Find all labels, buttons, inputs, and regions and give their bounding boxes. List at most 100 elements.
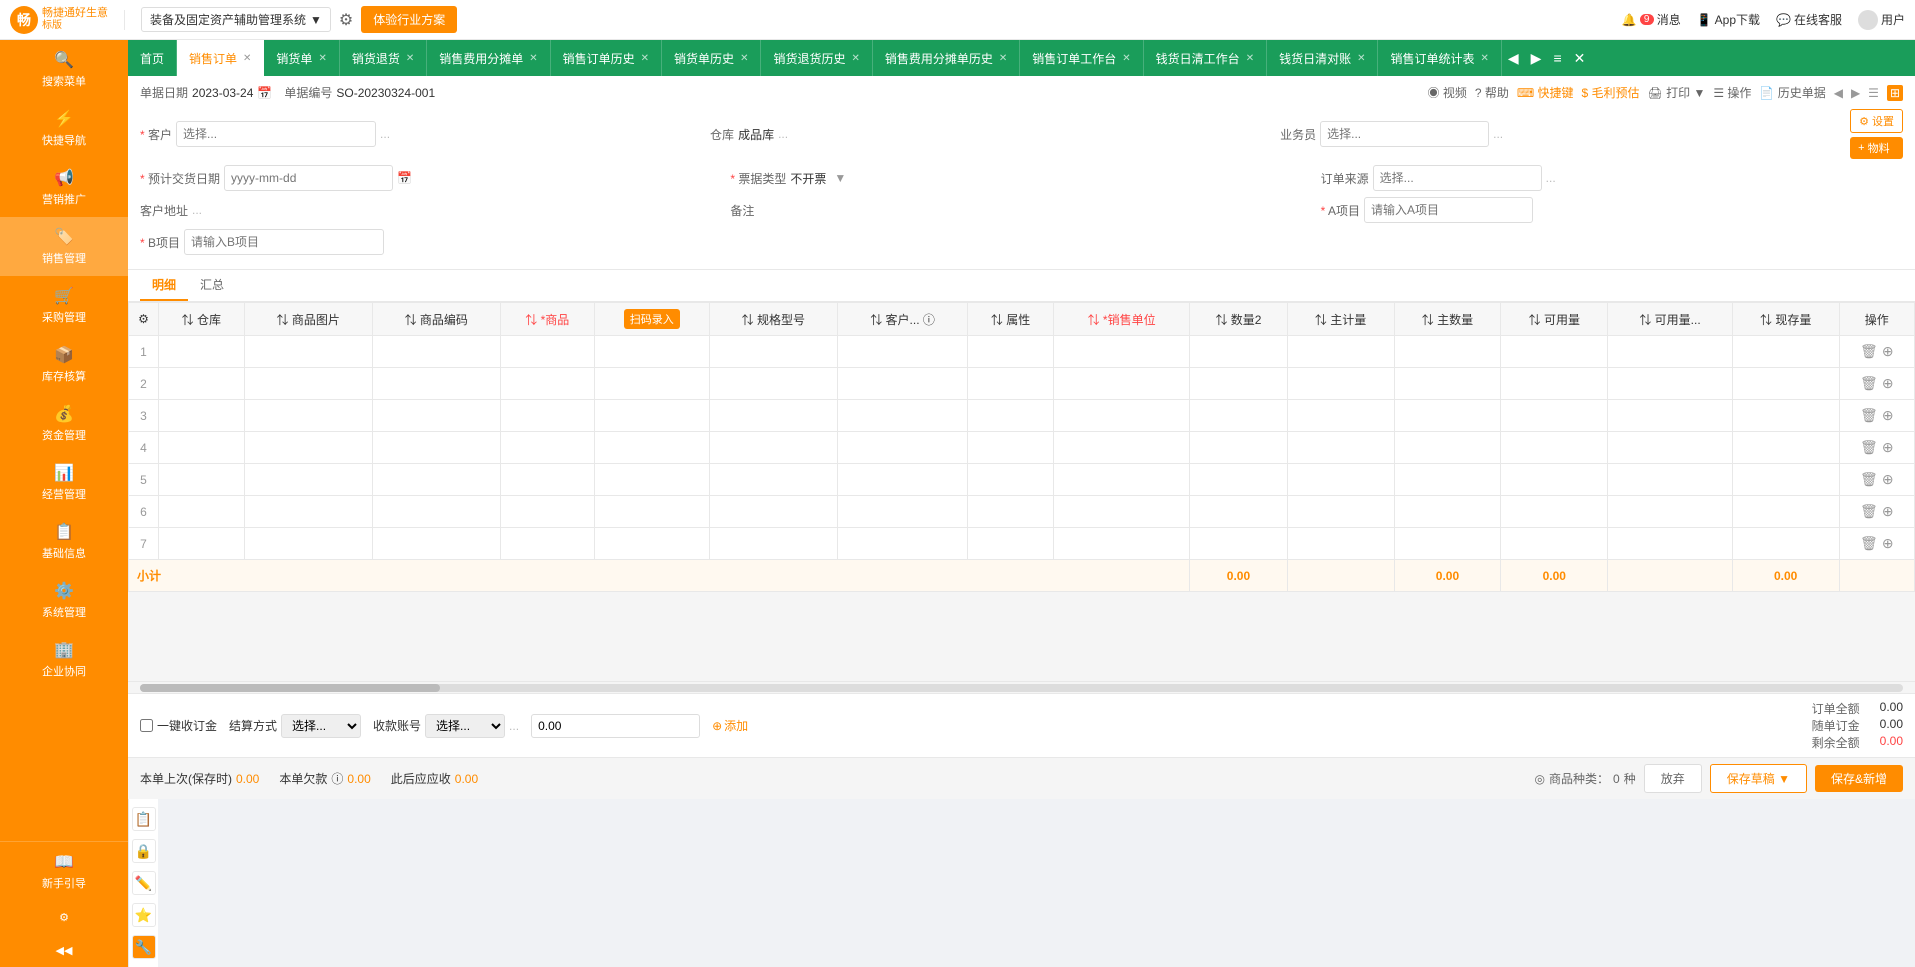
row-5-goods[interactable] xyxy=(500,464,594,496)
row-7-customer-code[interactable] xyxy=(837,528,967,560)
customer-more-icon[interactable]: ... xyxy=(380,127,390,141)
row-5-img[interactable] xyxy=(244,464,372,496)
online-service-btn[interactable]: 💬 在线客服 xyxy=(1776,11,1842,28)
order-source-more-icon[interactable]: ... xyxy=(1546,171,1556,185)
row-2-attribute[interactable] xyxy=(968,368,1054,400)
tab-close-all-btn[interactable]: ✕ xyxy=(1568,50,1592,67)
right-panel-btn-5[interactable]: 🔧 xyxy=(132,935,156,959)
tab-order-history[interactable]: 销售订单历史 ✕ xyxy=(551,40,662,76)
shortcut-btn[interactable]: ⌨ 快捷键 xyxy=(1517,84,1574,101)
tab-cash-reconcile-close[interactable]: ✕ xyxy=(1357,53,1365,64)
account-select[interactable]: 选择... xyxy=(425,714,505,738)
tab-detail[interactable]: 明细 xyxy=(140,270,188,301)
col-available-more-header[interactable]: ⇅ 可用量... xyxy=(1608,303,1733,336)
calendar-icon[interactable]: 📅 xyxy=(257,86,272,100)
row-7-img[interactable] xyxy=(244,528,372,560)
grid-view-icon[interactable]: ⊞ xyxy=(1887,85,1903,101)
row-2-sales-unit[interactable] xyxy=(1053,368,1189,400)
draft-dropdown-icon[interactable]: ▼ xyxy=(1778,772,1790,786)
row-7-available-more[interactable] xyxy=(1608,528,1733,560)
col-customer-code-header[interactable]: ⇅ 客户... ⓘ xyxy=(837,303,967,336)
row-1-img[interactable] xyxy=(244,336,372,368)
col-sales-unit-header[interactable]: ⇅ *销售单位 xyxy=(1053,303,1189,336)
tab-sales-return-close[interactable]: ✕ xyxy=(318,53,326,64)
col-warehouse-header[interactable]: ⇅ 仓库 xyxy=(159,303,245,336)
row-5-customer-code[interactable] xyxy=(837,464,967,496)
sidebar-item-search[interactable]: 🔍 搜索菜单 xyxy=(0,40,128,99)
row-5-copy-btn[interactable]: ⊕ xyxy=(1882,471,1894,488)
row-4-code[interactable] xyxy=(372,432,500,464)
row-1-available[interactable] xyxy=(1501,336,1608,368)
view-btn[interactable]: ◉ 视频 xyxy=(1428,84,1467,101)
tab-home[interactable]: 首页 xyxy=(128,40,177,76)
row-1-available-more[interactable] xyxy=(1608,336,1733,368)
row-4-attribute[interactable] xyxy=(968,432,1054,464)
tab-menu-btn[interactable]: ≡ xyxy=(1547,50,1567,66)
row-1-main-unit[interactable] xyxy=(1287,336,1394,368)
row-6-img[interactable] xyxy=(244,496,372,528)
row-6-spec[interactable] xyxy=(709,496,837,528)
row-4-qty2[interactable] xyxy=(1190,432,1287,464)
row-2-goods[interactable] xyxy=(500,368,594,400)
tab-sales-order-close[interactable]: ✕ xyxy=(243,53,251,64)
row-3-current-stock[interactable] xyxy=(1732,400,1839,432)
tab-refund-history-close[interactable]: ✕ xyxy=(851,53,859,64)
row-6-available[interactable] xyxy=(1501,496,1608,528)
row-1-warehouse[interactable] xyxy=(159,336,245,368)
sidebar-item-guide[interactable]: 📖 新手引导 xyxy=(0,842,128,901)
row-2-warehouse[interactable] xyxy=(159,368,245,400)
row-2-main-qty[interactable] xyxy=(1394,368,1501,400)
scrollbar-thumb[interactable] xyxy=(140,684,440,692)
row-1-qty2[interactable] xyxy=(1190,336,1287,368)
row-1-main-qty[interactable] xyxy=(1394,336,1501,368)
sidebar-item-system[interactable]: ⚙️ 系统管理 xyxy=(0,571,128,630)
row-2-code[interactable] xyxy=(372,368,500,400)
tab-sales-refund-close[interactable]: ✕ xyxy=(406,53,414,64)
account-more-icon[interactable]: ... xyxy=(509,719,519,733)
row-2-copy-btn[interactable]: ⊕ xyxy=(1882,375,1894,392)
row-4-main-qty[interactable] xyxy=(1394,432,1501,464)
row-1-copy-btn[interactable]: ⊕ xyxy=(1882,343,1894,360)
col-main-qty-header[interactable]: ⇅ 主数量 xyxy=(1394,303,1501,336)
row-2-available[interactable] xyxy=(1501,368,1608,400)
history-btn[interactable]: 📄 历史单据 xyxy=(1759,84,1825,101)
sidebar-settings-btn[interactable]: ⚙ xyxy=(0,901,128,934)
row-4-spec[interactable] xyxy=(709,432,837,464)
row-1-spec[interactable] xyxy=(709,336,837,368)
tab-sales-stats-close[interactable]: ✕ xyxy=(1481,53,1489,64)
tab-cash-daily[interactable]: 钱货日清工作台 ✕ xyxy=(1144,40,1267,76)
row-7-goods[interactable] xyxy=(500,528,594,560)
tab-sales-refund[interactable]: 销货退货 ✕ xyxy=(340,40,427,76)
tab-cash-reconcile[interactable]: 钱货日清对账 ✕ xyxy=(1267,40,1378,76)
row-4-copy-btn[interactable]: ⊕ xyxy=(1882,439,1894,456)
scrollbar-track[interactable] xyxy=(140,684,1903,692)
one-click-checkbox-label[interactable]: 一键收订金 xyxy=(140,717,217,734)
tab-cash-daily-close[interactable]: ✕ xyxy=(1246,53,1254,64)
row-4-sales-unit[interactable] xyxy=(1053,432,1189,464)
row-7-current-stock[interactable] xyxy=(1732,528,1839,560)
row-6-sales-unit[interactable] xyxy=(1053,496,1189,528)
row-4-goods[interactable] xyxy=(500,432,594,464)
sidebar-item-quick-nav[interactable]: ⚡ 快捷导航 xyxy=(0,99,128,158)
row-6-code[interactable] xyxy=(372,496,500,528)
row-2-delete-btn[interactable]: 🗑 xyxy=(1860,375,1878,392)
order-source-input[interactable] xyxy=(1373,165,1542,191)
row-4-customer-code[interactable] xyxy=(837,432,967,464)
sidebar-item-inventory[interactable]: 📦 库存核算 xyxy=(0,335,128,394)
user-btn[interactable]: 用户 xyxy=(1858,10,1905,30)
tab-expense-history-close[interactable]: ✕ xyxy=(999,53,1007,64)
tab-sales-stats[interactable]: 销售订单统计表 ✕ xyxy=(1378,40,1501,76)
tab-workbench[interactable]: 销售订单工作台 ✕ xyxy=(1020,40,1143,76)
scan-btn[interactable]: 扫码录入 xyxy=(624,309,680,329)
row-7-qty2[interactable] xyxy=(1190,528,1287,560)
warehouse-more-icon[interactable]: ... xyxy=(778,127,788,141)
amount-input[interactable] xyxy=(531,714,700,738)
row-5-delete-btn[interactable]: 🗑 xyxy=(1860,471,1878,488)
sidebar-item-sales[interactable]: 🏷️ 销售管理 xyxy=(0,217,128,276)
row-3-img[interactable] xyxy=(244,400,372,432)
right-panel-btn-4[interactable]: ⭐ xyxy=(132,903,156,927)
a-project-input[interactable] xyxy=(1364,197,1533,223)
sidebar-item-operations[interactable]: 📊 经营管理 xyxy=(0,453,128,512)
row-3-goods[interactable] xyxy=(500,400,594,432)
row-1-current-stock[interactable] xyxy=(1732,336,1839,368)
